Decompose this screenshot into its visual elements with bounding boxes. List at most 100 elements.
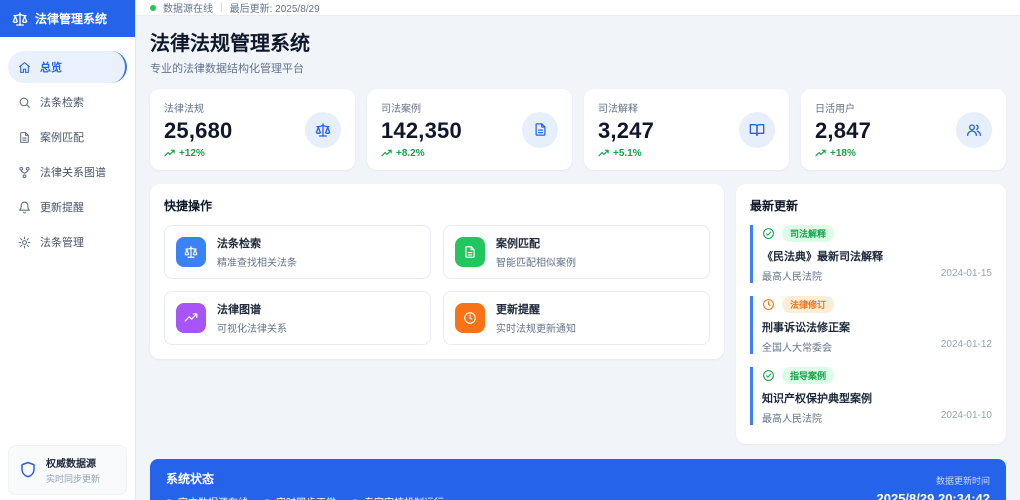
stat-trend: +8.2% [381, 148, 558, 159]
page-subtitle: 专业的法律数据结构化管理平台 [150, 63, 304, 75]
quick-actions-panel: 快捷操作 法条检索 精准查找相关法条 案例匹配 智能匹配相似案例 法律图谱 可视… [150, 184, 724, 359]
last-update-text: 最后更新: 2025/8/29 [229, 4, 320, 15]
latest-updates-panel: 最新更新 司法解释 《民法典》最新司法解释 最高人民法院 2024-01-15 [736, 184, 1006, 444]
clock-icon [762, 298, 775, 311]
trend-up-icon [164, 149, 175, 157]
sidebar-item-overview[interactable]: 总览 [8, 51, 127, 83]
update-badge: 法律修订 [782, 296, 835, 313]
main-area: 数据源在线 | 最后更新: 2025/8/29 法律法规管理系统 专业的法律数据… [136, 0, 1020, 500]
stat-trend: +5.1% [598, 148, 775, 159]
update-title: 知识产权保护典型案例 [762, 393, 872, 405]
system-status-title: 系统状态 [166, 472, 215, 486]
data-update-label: 数据更新时间 [935, 475, 990, 486]
quick-action-case-match[interactable]: 案例匹配 智能匹配相似案例 [443, 225, 710, 279]
update-date: 2024-01-15 [940, 268, 992, 279]
bell-icon [18, 201, 31, 214]
gear-icon [18, 236, 31, 249]
content: 法律法规管理系统 专业的法律数据结构化管理平台 法律法规 25,680 +12%… [136, 16, 1020, 500]
update-date: 2024-01-10 [940, 410, 992, 421]
app-title: 法律管理系统 [35, 12, 108, 26]
sidebar-item-label: 更新提醒 [40, 202, 84, 214]
users-icon [956, 111, 992, 148]
stat-trend: +18% [815, 148, 992, 159]
sidebar-item-update-alerts[interactable]: 更新提醒 [8, 191, 127, 223]
sidebar: 法律管理系统 总览 法条检索 案例匹配 法律关系图谱 更新提醒 法条管理 权威数… [0, 0, 136, 500]
quick-action-law-graph[interactable]: 法律图谱 可视化法律关系 [164, 291, 431, 345]
scale-icon [305, 111, 341, 148]
data-update-time: 2025/8/29 20:34:42 [876, 490, 990, 500]
status-item: 官方数据源在线 [166, 494, 248, 500]
app-logo: 法律管理系统 [0, 0, 135, 37]
sidebar-item-case-match[interactable]: 案例匹配 [8, 121, 127, 153]
document-icon [18, 131, 31, 144]
trend-up-icon [381, 149, 392, 157]
trend-icon [176, 303, 206, 333]
update-source: 全国人大常委会 [762, 343, 832, 354]
document-icon [455, 237, 485, 267]
middle-row: 快捷操作 法条检索 精准查找相关法条 案例匹配 智能匹配相似案例 法律图谱 可视… [150, 184, 1006, 444]
data-source-title: 权威数据源 [46, 459, 96, 470]
clock-icon [455, 303, 485, 333]
quick-action-desc: 精准查找相关法条 [217, 258, 297, 269]
update-source: 最高人民法院 [762, 272, 822, 283]
quick-action-title: 法律图谱 [217, 304, 261, 316]
online-status-text: 数据源在线 [163, 4, 213, 15]
data-source-subtitle: 实时同步更新 [46, 474, 101, 484]
stats-row: 法律法规 25,680 +12% 司法案例 142,350 +8.2% 司法解释… [150, 89, 1006, 170]
system-status-bar: 系统状态 官方数据源在线 实时同步正常 专家审核机制运行 [150, 459, 1006, 500]
quick-action-law-search[interactable]: 法条检索 精准查找相关法条 [164, 225, 431, 279]
shield-icon [19, 461, 37, 479]
status-item: 实时同步正常 [264, 494, 336, 500]
update-title: 刑事诉讼法修正案 [762, 322, 850, 334]
sidebar-item-label: 法律关系图谱 [40, 167, 106, 179]
quick-action-desc: 实时法规更新通知 [496, 324, 576, 335]
update-item[interactable]: 指导案例 知识产权保护典型案例 最高人民法院 2024-01-10 [750, 367, 992, 425]
home-icon [18, 61, 31, 74]
stat-card-daily-users: 日活用户 2,847 +18% [801, 89, 1006, 170]
stat-card-cases: 司法案例 142,350 +8.2% [367, 89, 572, 170]
update-item[interactable]: 司法解释 《民法典》最新司法解释 最高人民法院 2024-01-15 [750, 225, 992, 283]
sidebar-item-law-admin[interactable]: 法条管理 [8, 226, 127, 258]
check-circle-icon [762, 227, 775, 240]
scale-icon [176, 237, 206, 267]
stat-card-interpretations: 司法解释 3,247 +5.1% [584, 89, 789, 170]
sidebar-item-label: 法条检索 [40, 97, 84, 109]
sidebar-item-label: 案例匹配 [40, 132, 84, 144]
graph-icon [18, 166, 31, 179]
update-item[interactable]: 法律修订 刑事诉讼法修正案 全国人大常委会 2024-01-12 [750, 296, 992, 354]
update-badge: 指导案例 [782, 367, 835, 384]
update-date: 2024-01-12 [940, 339, 992, 350]
sidebar-item-law-search[interactable]: 法条检索 [8, 86, 127, 118]
sidebar-item-label: 法条管理 [40, 237, 84, 249]
sidebar-item-relation-graph[interactable]: 法律关系图谱 [8, 156, 127, 188]
quick-action-title: 更新提醒 [496, 304, 540, 316]
quick-action-desc: 可视化法律关系 [217, 324, 287, 335]
search-icon [18, 96, 31, 109]
stat-card-laws: 法律法规 25,680 +12% [150, 89, 355, 170]
sidebar-nav: 总览 法条检索 案例匹配 法律关系图谱 更新提醒 法条管理 [0, 37, 135, 261]
scale-icon [12, 11, 28, 27]
update-title: 《民法典》最新司法解释 [762, 251, 883, 263]
sidebar-item-label: 总览 [40, 62, 62, 74]
document-icon [522, 111, 558, 148]
topbar-separator: | [220, 2, 223, 13]
quick-actions-grid: 法条检索 精准查找相关法条 案例匹配 智能匹配相似案例 法律图谱 可视化法律关系… [164, 225, 710, 345]
update-badge: 司法解释 [782, 225, 835, 242]
check-circle-icon [762, 369, 775, 382]
trend-up-icon [598, 149, 609, 157]
page-title: 法律法规管理系统 [150, 33, 310, 55]
topbar: 数据源在线 | 最后更新: 2025/8/29 [136, 0, 1020, 16]
status-item: 专家审核机制运行 [352, 494, 444, 500]
book-icon [739, 111, 775, 148]
data-source-card: 权威数据源 实时同步更新 [8, 445, 127, 495]
online-status-dot [150, 4, 156, 11]
update-source: 最高人民法院 [762, 414, 822, 425]
quick-actions-title: 快捷操作 [164, 199, 213, 213]
stat-trend: +12% [164, 148, 341, 159]
quick-action-title: 案例匹配 [496, 238, 540, 250]
latest-updates-title: 最新更新 [750, 199, 799, 213]
trend-up-icon [815, 149, 826, 157]
quick-action-desc: 智能匹配相似案例 [496, 258, 576, 269]
quick-action-update-alerts[interactable]: 更新提醒 实时法规更新通知 [443, 291, 710, 345]
quick-action-title: 法条检索 [217, 238, 261, 250]
